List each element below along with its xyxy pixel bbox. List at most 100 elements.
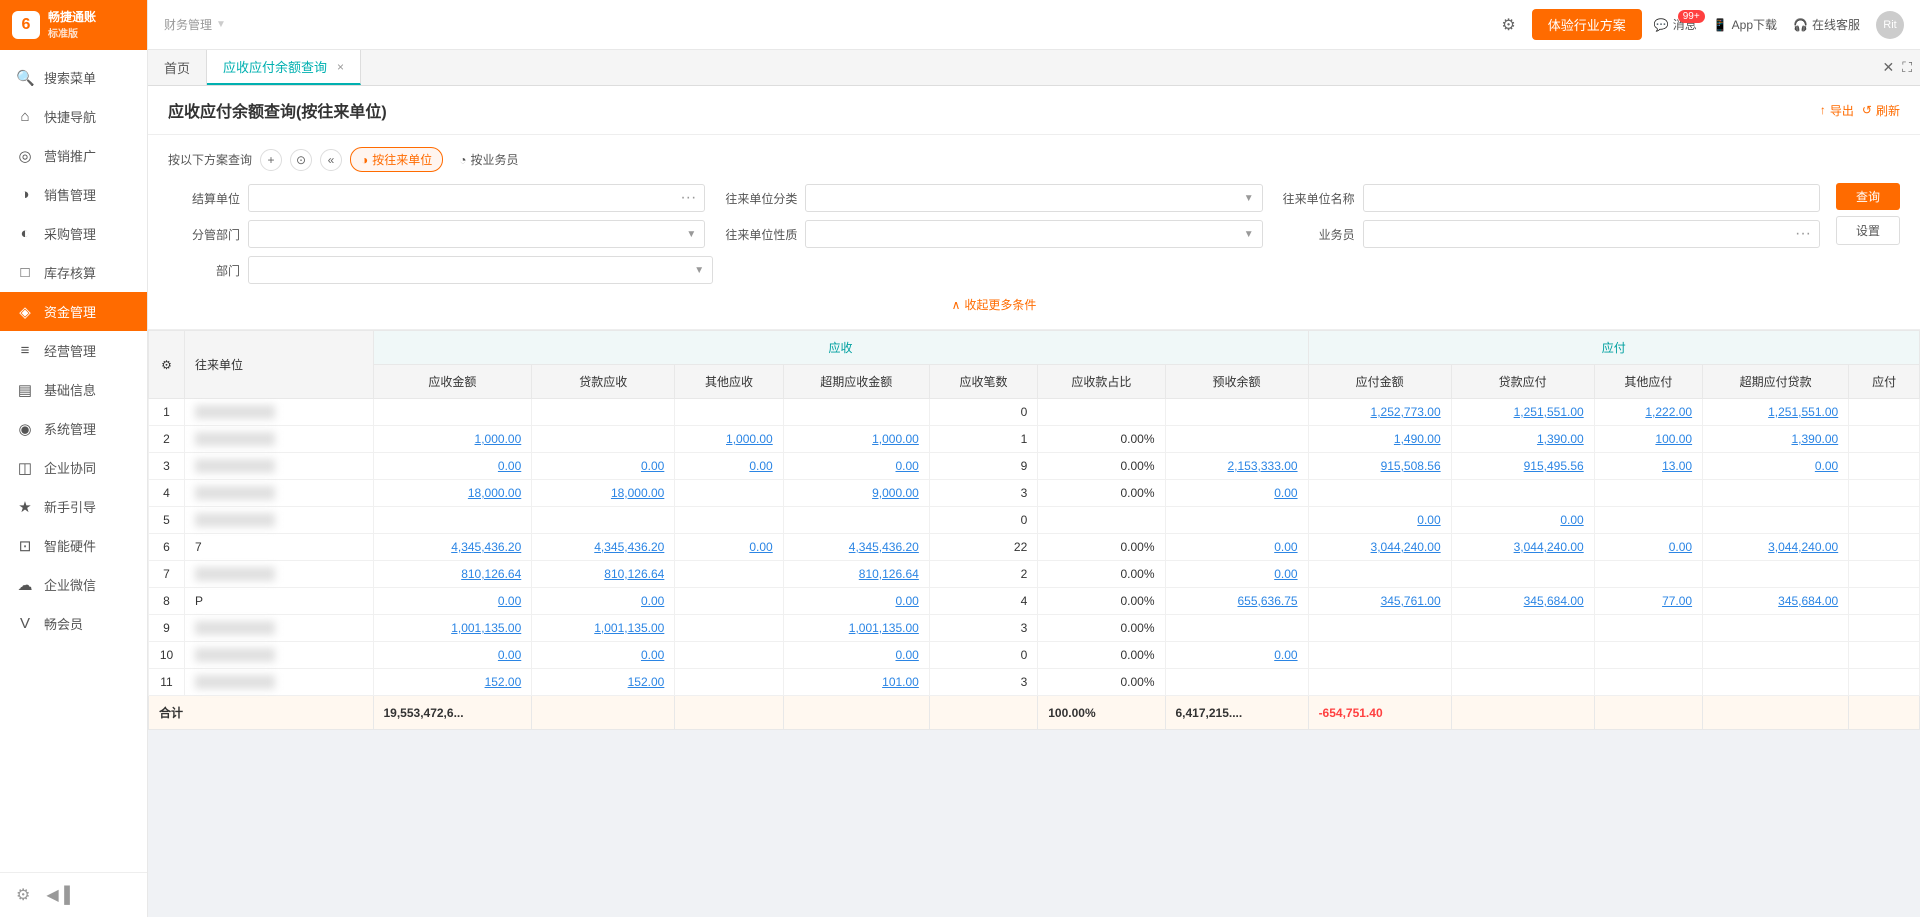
settings-button[interactable]: 设置 <box>1836 216 1900 245</box>
footer-ar-prepay[interactable]: 6,417,215.... <box>1165 696 1308 730</box>
table-cell[interactable]: 0.00 <box>783 453 929 480</box>
table-cell[interactable]: 18,000.00 <box>373 480 532 507</box>
table-cell[interactable]: 4,345,436.20 <box>373 534 532 561</box>
partner-name-input[interactable] <box>1363 184 1820 212</box>
table-cell[interactable]: 1,001,135.00 <box>783 615 929 642</box>
table-cell[interactable]: 915,495.56 <box>1451 453 1594 480</box>
sidebar-item-system[interactable]: ◉ 系统管理 <box>0 409 147 448</box>
sidebar-item-inventory[interactable]: □ 库存核算 <box>0 253 147 292</box>
sidebar-item-smart-hw[interactable]: ⊡ 智能硬件 <box>0 526 147 565</box>
user-avatar[interactable]: Rit <box>1876 11 1904 39</box>
table-cell[interactable]: 13.00 <box>1594 453 1702 480</box>
table-cell[interactable]: 655,636.75 <box>1165 588 1308 615</box>
table-cell[interactable]: 810,126.64 <box>783 561 929 588</box>
table-cell[interactable]: 0.00 <box>532 642 675 669</box>
table-cell[interactable]: 2,153,333.00 <box>1165 453 1308 480</box>
table-cell[interactable]: 77.00 <box>1594 588 1702 615</box>
table-cell[interactable]: 101.00 <box>783 669 929 696</box>
sidebar-item-operations[interactable]: ≡ 经营管理 <box>0 331 147 370</box>
scheme-by-partner[interactable]: ◑ 按往来单位 <box>350 147 443 172</box>
table-cell[interactable]: 0.00 <box>783 642 929 669</box>
scheme-collapse-icon[interactable]: « <box>320 149 342 171</box>
table-wrapper[interactable]: ⚙ 往来单位 应收 应付 应收金额 贷款应收 其他应收 超期应收金额 应收笔数 <box>148 330 1920 730</box>
export-button[interactable]: ↑ 导出 <box>1820 102 1854 119</box>
table-cell[interactable]: 1,390.00 <box>1703 426 1849 453</box>
table-cell[interactable]: 0.00 <box>373 453 532 480</box>
settings-bottom-icon[interactable]: ⚙ <box>16 885 30 905</box>
table-cell[interactable]: 1,251,551.00 <box>1451 399 1594 426</box>
table-cell[interactable]: 9,000.00 <box>783 480 929 507</box>
collapse-more-button[interactable]: ∧ 收起更多条件 <box>168 292 1820 317</box>
table-cell[interactable]: 152.00 <box>532 669 675 696</box>
sidebar-item-vip[interactable]: V 畅会员 <box>0 604 147 643</box>
dept-select[interactable]: ▼ <box>248 256 713 284</box>
table-cell[interactable]: 1,000.00 <box>783 426 929 453</box>
sidebar-item-search-menu[interactable]: 🔍 搜索菜单 <box>0 58 147 97</box>
table-cell[interactable]: 0.00 <box>1308 507 1451 534</box>
table-settings-icon[interactable]: ⚙ <box>161 358 172 372</box>
table-cell[interactable]: 0.00 <box>675 453 783 480</box>
settings-col-header[interactable]: ⚙ <box>149 331 185 399</box>
table-cell[interactable]: 18,000.00 <box>532 480 675 507</box>
table-cell[interactable]: 1,251,551.00 <box>1703 399 1849 426</box>
scheme-by-employee[interactable]: ◔ 按业务员 <box>449 147 528 172</box>
table-cell[interactable]: 100.00 <box>1594 426 1702 453</box>
tab-ar-ap-balance[interactable]: 应收应付余额查询 × <box>207 50 361 85</box>
table-cell[interactable]: 0.00 <box>1165 561 1308 588</box>
app-download-button[interactable]: 📱 App下载 <box>1713 16 1777 33</box>
topbar-gear-icon[interactable]: ⚙ <box>1497 11 1519 39</box>
collapse-sidebar-icon[interactable]: ◀▐ <box>46 885 70 905</box>
table-cell[interactable]: 345,761.00 <box>1308 588 1451 615</box>
table-cell[interactable]: 1,222.00 <box>1594 399 1702 426</box>
tab-close-icon[interactable]: × <box>337 60 344 74</box>
table-cell[interactable]: 0.00 <box>1165 534 1308 561</box>
table-cell[interactable]: 1,001,135.00 <box>532 615 675 642</box>
table-cell[interactable]: 915,508.56 <box>1308 453 1451 480</box>
table-cell[interactable]: 345,684.00 <box>1451 588 1594 615</box>
table-cell[interactable]: 0.00 <box>675 534 783 561</box>
refresh-button[interactable]: ↺ 刷新 <box>1862 102 1900 119</box>
sidebar-item-sales[interactable]: ◑ 销售管理 <box>0 175 147 214</box>
table-cell[interactable]: 0.00 <box>1594 534 1702 561</box>
table-cell[interactable]: 4,345,436.20 <box>783 534 929 561</box>
table-cell[interactable]: 0.00 <box>1451 507 1594 534</box>
table-cell[interactable]: 3,044,240.00 <box>1703 534 1849 561</box>
messages-button[interactable]: 💬 消息 99+ <box>1654 16 1697 33</box>
sidebar-item-corp-wechat[interactable]: ☁ 企业微信 <box>0 565 147 604</box>
table-cell[interactable]: 0.00 <box>373 642 532 669</box>
salesperson-input[interactable]: ··· <box>1363 220 1820 248</box>
tabbar-expand-icon[interactable]: ⛶ <box>1902 59 1912 76</box>
add-scheme-button[interactable]: + <box>260 149 282 171</box>
table-cell[interactable]: 152.00 <box>373 669 532 696</box>
sidebar-item-basic-info[interactable]: ▤ 基础信息 <box>0 370 147 409</box>
sidebar-item-quick-nav[interactable]: ⌂ 快捷导航 <box>0 97 147 136</box>
table-cell[interactable]: 0.00 <box>1703 453 1849 480</box>
online-service-button[interactable]: 🎧 在线客服 <box>1793 16 1860 33</box>
table-cell[interactable]: 1,001,135.00 <box>373 615 532 642</box>
tabbar-close-icon[interactable]: ✕ <box>1882 59 1894 76</box>
table-cell[interactable]: 1,490.00 <box>1308 426 1451 453</box>
table-cell[interactable]: 0.00 <box>1165 480 1308 507</box>
sidebar-item-guide[interactable]: ★ 新手引导 <box>0 487 147 526</box>
partner-nature-select[interactable]: ▼ <box>805 220 1262 248</box>
dept-mgr-select[interactable]: ▼ <box>248 220 705 248</box>
sidebar-item-finance[interactable]: ◈ 资金管理 <box>0 292 147 331</box>
settlement-unit-input[interactable]: ··· <box>248 184 705 212</box>
table-cell[interactable]: 0.00 <box>532 453 675 480</box>
sidebar-item-corp-coop[interactable]: ◫ 企业协同 <box>0 448 147 487</box>
table-cell[interactable]: 0.00 <box>783 588 929 615</box>
table-cell[interactable]: 3,044,240.00 <box>1451 534 1594 561</box>
query-button[interactable]: 查询 <box>1836 183 1900 210</box>
table-cell[interactable]: 0.00 <box>532 588 675 615</box>
table-cell[interactable]: 1,000.00 <box>675 426 783 453</box>
table-cell[interactable]: 3,044,240.00 <box>1308 534 1451 561</box>
table-cell[interactable]: 1,252,773.00 <box>1308 399 1451 426</box>
table-cell[interactable]: 810,126.64 <box>532 561 675 588</box>
tab-home[interactable]: 首页 <box>148 50 207 85</box>
cta-button[interactable]: 体验行业方案 <box>1532 9 1642 40</box>
table-cell[interactable]: 1,000.00 <box>373 426 532 453</box>
partner-category-select[interactable]: ▼ <box>805 184 1262 212</box>
scheme-settings-icon[interactable]: ⊙ <box>290 149 312 171</box>
footer-ar-amount[interactable]: 19,553,472,6... <box>373 696 532 730</box>
table-cell[interactable]: 1,390.00 <box>1451 426 1594 453</box>
